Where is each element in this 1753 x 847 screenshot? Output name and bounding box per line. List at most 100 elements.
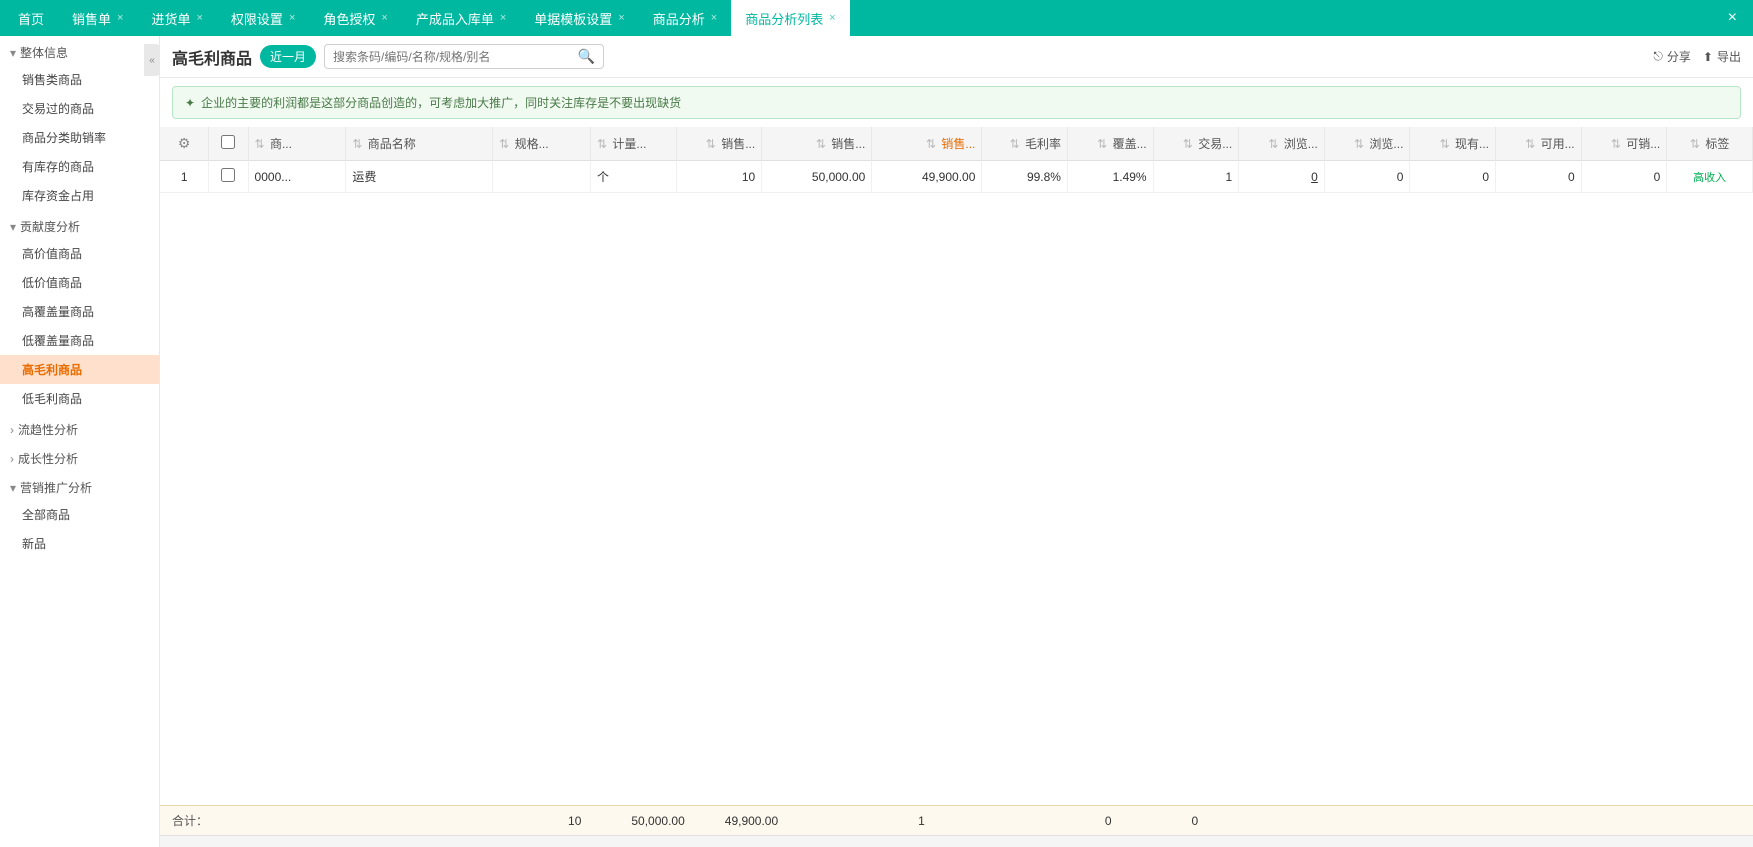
row-num: 1 <box>160 161 209 193</box>
sort-icon-unit: ⇅ <box>597 137 607 151</box>
section-overall-arrow: ▾ <box>10 46 16 60</box>
nav-sales-order-close[interactable]: × <box>117 12 123 24</box>
nav-template-settings-close[interactable]: × <box>618 12 624 24</box>
col-header-gross-margin[interactable]: ⇅ 毛利率 <box>982 127 1068 161</box>
sidebar-item-traded-goods[interactable]: 交易过的商品 <box>0 94 159 123</box>
search-box[interactable]: 🔍 <box>324 44 604 69</box>
sidebar-item-high-gross[interactable]: 高毛利商品 <box>0 355 159 384</box>
section-trend-arrow: › <box>10 423 14 437</box>
sidebar-item-stock-capital[interactable]: 库存资金占用 <box>0 181 159 210</box>
window-close-button[interactable]: × <box>1716 0 1749 36</box>
nav-permissions[interactable]: 权限设置 × <box>217 0 309 36</box>
nav-role-auth[interactable]: 角色授权 × <box>309 0 401 36</box>
sidebar-section-contribution[interactable]: ▾ 贡献度分析 <box>0 210 159 239</box>
col-header-tag[interactable]: ⇅ 标签 <box>1667 127 1753 161</box>
share-button[interactable]: ⎋ 分享 <box>1653 48 1691 65</box>
col-header-coverage[interactable]: ⇅ 覆盖... <box>1067 127 1153 161</box>
nav-product-analysis-close[interactable]: × <box>711 12 717 24</box>
data-table: ⚙ ⇅ 商... ⇅ 商品名称 <box>160 127 1753 193</box>
sidebar-item-all-goods[interactable]: 全部商品 <box>0 500 159 529</box>
col-header-trade[interactable]: ⇅ 交易... <box>1153 127 1239 161</box>
row-checkbox[interactable] <box>221 168 235 182</box>
sort-icon-name: ⇅ <box>352 137 362 151</box>
sidebar-section-overall[interactable]: ▾ 整体信息 <box>0 36 159 65</box>
sidebar-item-low-value[interactable]: 低价值商品 <box>0 268 159 297</box>
sort-icon-gross: ⇅ <box>1010 137 1020 151</box>
col-header-code[interactable]: ⇅ 商... <box>248 127 346 161</box>
col-header-name[interactable]: ⇅ 商品名称 <box>346 127 493 161</box>
sidebar-item-high-value[interactable]: 高价值商品 <box>0 239 159 268</box>
nav-product-analysis-list[interactable]: 商品分析列表 × <box>731 0 849 36</box>
row-code: 0000... <box>248 161 346 193</box>
row-browse1[interactable]: 0 <box>1239 161 1325 193</box>
sidebar-item-category-sales-rate[interactable]: 商品分类助销率 <box>0 123 159 152</box>
nav-purchase[interactable]: 进货单 × <box>137 0 216 36</box>
settings-icon[interactable]: ⚙ <box>178 135 191 151</box>
col-header-spec[interactable]: ⇅ 规格... <box>493 127 591 161</box>
sidebar-collapse-button[interactable]: « <box>144 44 160 76</box>
nav-home[interactable]: 首页 <box>4 0 58 36</box>
search-icon[interactable]: 🔍 <box>578 48 595 65</box>
footer-trade: 1 <box>918 814 925 828</box>
header-actions: ⎋ 分享 ⬆ 导出 <box>1653 48 1741 65</box>
sort-icon-sales-qty: ⇅ <box>706 137 716 151</box>
section-contribution-arrow: ▾ <box>10 220 16 234</box>
col-header-sales-cost[interactable]: ⇅ 销售... <box>872 127 982 161</box>
col-header-settings[interactable]: ⚙ <box>160 127 209 161</box>
col-header-stock-sale[interactable]: ⇅ 可销... <box>1581 127 1667 161</box>
nav-template-settings[interactable]: 单据模板设置 × <box>520 0 638 36</box>
row-coverage: 1.49% <box>1067 161 1153 193</box>
nav-product-inbound[interactable]: 产成品入库单 × <box>402 0 520 36</box>
content-header: 高毛利商品 近一月 🔍 ⎋ 分享 ⬆ 导出 <box>160 36 1753 78</box>
col-header-sales-amt[interactable]: ⇅ 销售... <box>762 127 872 161</box>
row-browse2: 0 <box>1324 161 1410 193</box>
table-container: ⚙ ⇅ 商... ⇅ 商品名称 <box>160 127 1753 805</box>
sort-icon-code: ⇅ <box>255 137 265 151</box>
nav-role-auth-close[interactable]: × <box>381 12 387 24</box>
sidebar-item-in-stock-goods[interactable]: 有库存的商品 <box>0 152 159 181</box>
nav-product-inbound-close[interactable]: × <box>500 12 506 24</box>
filter-recent-month-button[interactable]: 近一月 <box>260 45 316 68</box>
row-sales-qty: 10 <box>676 161 762 193</box>
top-navigation: 首页 销售单 × 进货单 × 权限设置 × 角色授权 × 产成品入库单 × 单据… <box>0 0 1753 36</box>
sidebar-item-high-coverage[interactable]: 高覆盖量商品 <box>0 297 159 326</box>
table-row: 1 0000... 运费 个 10 50,000.00 49,900.00 99… <box>160 161 1753 193</box>
col-header-check[interactable] <box>209 127 248 161</box>
nav-purchase-close[interactable]: × <box>196 12 202 24</box>
footer-sales-cost: 49,900.00 <box>725 814 778 828</box>
footer-sales-qty: 10 <box>568 814 581 828</box>
page-title: 高毛利商品 <box>172 45 252 69</box>
nav-product-analysis-list-close[interactable]: × <box>829 12 835 24</box>
search-input[interactable] <box>333 50 578 64</box>
sidebar-section-marketing[interactable]: ▾ 营销推广分析 <box>0 471 159 500</box>
sidebar-item-low-gross[interactable]: 低毛利商品 <box>0 384 159 413</box>
row-check[interactable] <box>209 161 248 193</box>
col-header-sales-qty[interactable]: ⇅ 销售... <box>676 127 762 161</box>
tag-label: 高收入 <box>1693 172 1726 184</box>
nav-product-analysis[interactable]: 商品分析 × <box>639 0 731 36</box>
footer-stock-sale: 0 <box>1192 814 1199 828</box>
sort-icon-sales-cost: ⇅ <box>926 137 936 151</box>
scroll-bar-area[interactable] <box>160 835 1753 847</box>
col-header-stock-avail[interactable]: ⇅ 可用... <box>1496 127 1582 161</box>
sidebar-item-low-coverage[interactable]: 低覆盖量商品 <box>0 326 159 355</box>
row-trade: 1 <box>1153 161 1239 193</box>
nav-sales-order[interactable]: 销售单 × <box>58 0 137 36</box>
browse1-link[interactable]: 0 <box>1311 170 1318 184</box>
col-header-browse2[interactable]: ⇅ 浏览... <box>1324 127 1410 161</box>
sidebar-section-growth[interactable]: › 成长性分析 <box>0 442 159 471</box>
row-stock-avail: 0 <box>1496 161 1582 193</box>
col-header-browse1[interactable]: ⇅ 浏览... <box>1239 127 1325 161</box>
nav-permissions-close[interactable]: × <box>289 12 295 24</box>
sidebar-section-trend[interactable]: › 流趋性分析 <box>0 413 159 442</box>
sidebar-item-sales-goods[interactable]: 销售类商品 <box>0 65 159 94</box>
sort-icon-stock-sale: ⇅ <box>1611 137 1621 151</box>
col-header-stock-cur[interactable]: ⇅ 现有... <box>1410 127 1496 161</box>
info-banner: ✦ 企业的主要的利润都是这部分商品创造的，可考虑加大推广，同时关注库存是不要出现… <box>172 86 1741 119</box>
select-all-checkbox[interactable] <box>221 135 235 149</box>
export-button[interactable]: ⬆ 导出 <box>1703 48 1741 65</box>
sidebar-item-new-goods[interactable]: 新品 <box>0 529 159 558</box>
col-header-unit[interactable]: ⇅ 计量... <box>591 127 677 161</box>
row-name: 运费 <box>346 161 493 193</box>
row-gross-margin: 99.8% <box>982 161 1068 193</box>
